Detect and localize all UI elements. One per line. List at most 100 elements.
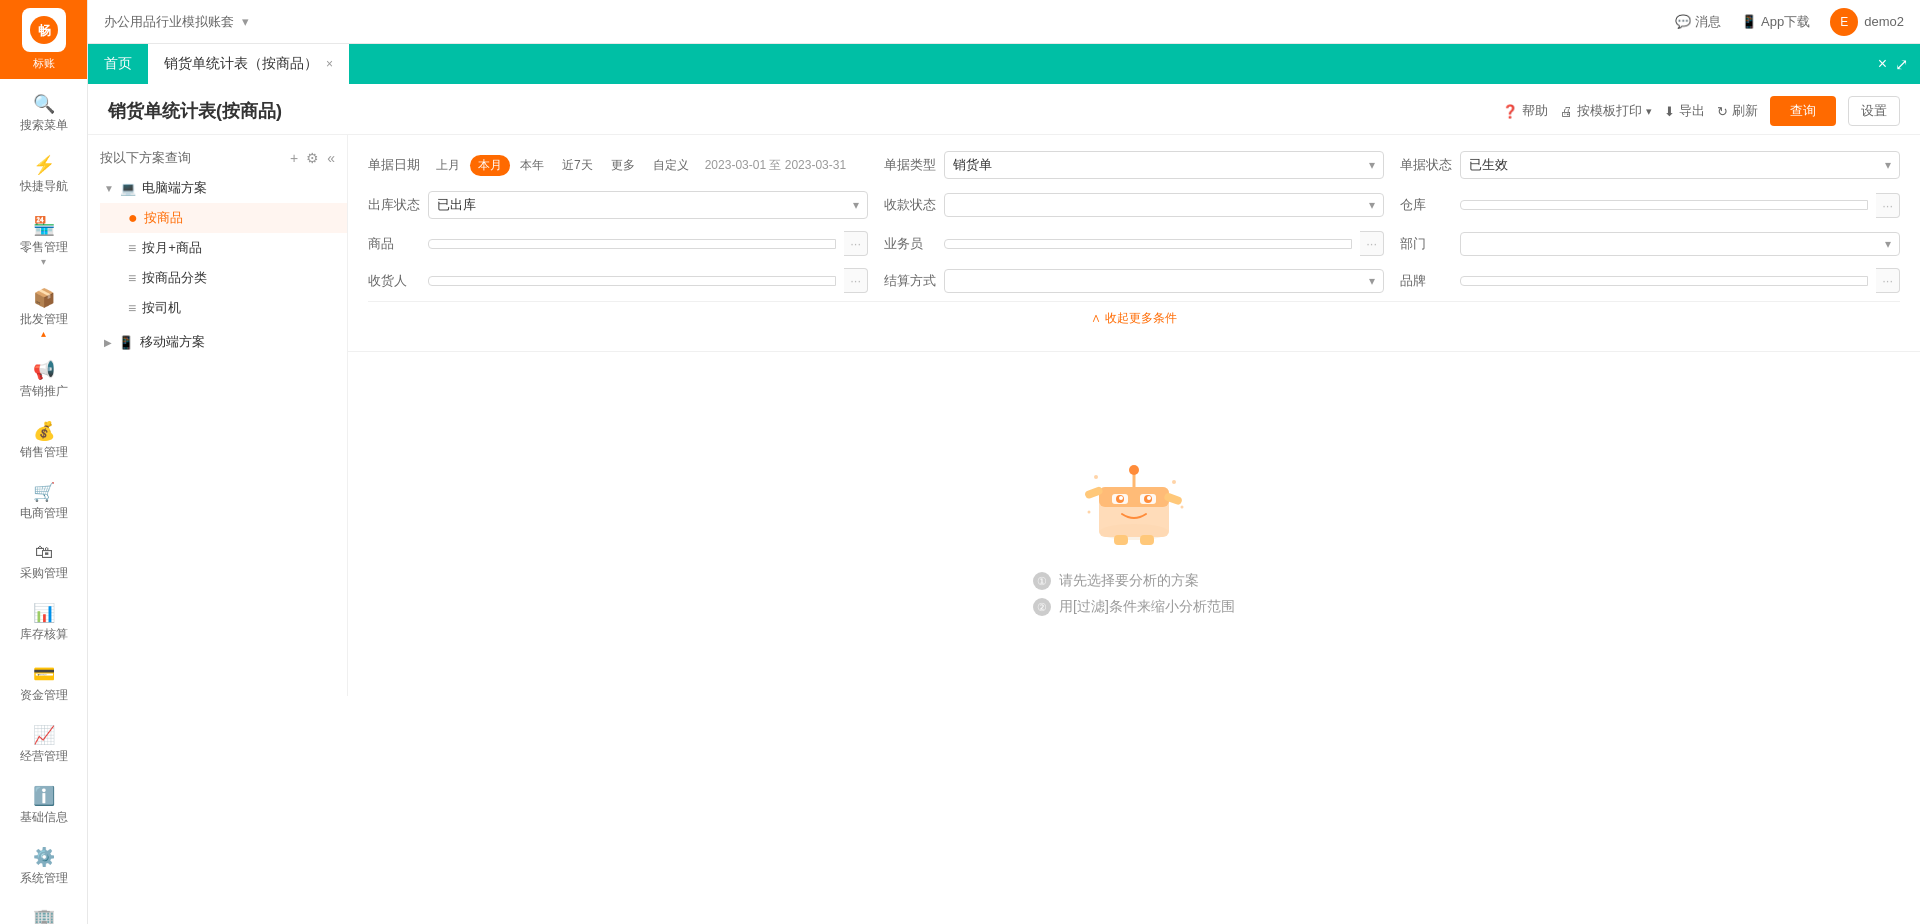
- doc-type-arrow: ▾: [1369, 158, 1375, 172]
- close-window-icon[interactable]: ×: [1878, 55, 1887, 73]
- sidebar-item-ecommerce[interactable]: 🛒 电商管理: [0, 471, 87, 532]
- goods-dots-btn[interactable]: ···: [844, 231, 868, 256]
- out-status-value: 已出库: [437, 196, 476, 214]
- sidebar-nav: 🔍 搜索菜单 ⚡ 快捷导航 🏪 零售管理 ▾ 📦 批发管理 ▴ 📢 营销推广 💰…: [0, 79, 87, 924]
- doc-type-label: 单据类型: [884, 156, 936, 174]
- header-right: 💬 消息 📱 App下载 E demo2: [1675, 8, 1904, 36]
- brand-label: 品牌: [1400, 272, 1452, 290]
- panel-header: 按以下方案查询 + ⚙ «: [88, 143, 347, 173]
- sidebar-item-quicknav-label: 快捷导航: [20, 178, 68, 195]
- message-label: 消息: [1695, 13, 1721, 31]
- app-download-button[interactable]: 📱 App下载: [1741, 13, 1810, 31]
- svg-point-10: [1147, 496, 1151, 500]
- add-scheme-icon[interactable]: +: [290, 150, 298, 166]
- mobile-arrow[interactable]: ▶: [104, 337, 112, 348]
- logo-area[interactable]: 畅 标账: [0, 0, 87, 79]
- svg-point-9: [1119, 496, 1123, 500]
- tab-active[interactable]: 销货单统计表（按商品） ×: [148, 44, 349, 84]
- date-curr-btn[interactable]: 本月: [470, 155, 510, 176]
- refresh-icon: ↻: [1717, 104, 1728, 119]
- goods-input[interactable]: [428, 239, 836, 249]
- collapse-bar[interactable]: ∧ 收起更多条件: [368, 301, 1900, 335]
- date-7days-btn[interactable]: 近7天: [554, 154, 601, 177]
- date-year-btn[interactable]: 本年: [512, 154, 552, 177]
- doc-type-filter: 单据类型 销货单 ▾: [884, 151, 1384, 179]
- date-custom-btn[interactable]: 自定义: [645, 154, 697, 177]
- refresh-button[interactable]: ↻ 刷新: [1717, 102, 1758, 120]
- scheme-item-goods-category[interactable]: ≡ 按商品分类: [100, 263, 347, 293]
- scheme-settings-icon[interactable]: ⚙: [306, 150, 319, 166]
- svg-point-20: [1181, 506, 1184, 509]
- recipient-dots-btn[interactable]: ···: [844, 268, 868, 293]
- receipt-status-arrow: ▾: [1369, 198, 1375, 212]
- settle-select[interactable]: ▾: [944, 269, 1384, 293]
- date-prev-btn[interactable]: 上月: [428, 154, 468, 177]
- brand-filter: 品牌 ···: [1400, 268, 1900, 293]
- desktop-arrow[interactable]: ▼: [104, 183, 114, 194]
- sidebar-item-enterprise[interactable]: 🏢 企业协同: [0, 897, 87, 924]
- warehouse-dots-btn[interactable]: ···: [1876, 193, 1900, 218]
- out-status-filter: 出库状态 已出库 ▾: [368, 191, 868, 219]
- sidebar-item-ecommerce-label: 电商管理: [20, 505, 68, 522]
- empty-tips: ① 请先选择要分析的方案 ② 用[过滤]条件来缩小分析范围: [1033, 572, 1235, 616]
- tab-bar: 首页 销货单统计表（按商品） × × ⤢: [88, 44, 1920, 84]
- sidebar-item-basic-label: 基础信息: [20, 809, 68, 826]
- sidebar-item-quicknav[interactable]: ⚡ 快捷导航: [0, 144, 87, 205]
- sidebar-item-retail[interactable]: 🏪 零售管理 ▾: [0, 205, 87, 277]
- svg-rect-14: [1140, 535, 1154, 545]
- out-status-select[interactable]: 已出库 ▾: [428, 191, 868, 219]
- help-button[interactable]: ❓ 帮助: [1502, 102, 1548, 120]
- doc-type-select[interactable]: 销货单 ▾: [944, 151, 1384, 179]
- user-area[interactable]: E demo2: [1830, 8, 1904, 36]
- dept-filter: 部门 ▾: [1400, 231, 1900, 256]
- maximize-icon[interactable]: ⤢: [1895, 55, 1908, 74]
- scheme-item-month-goods[interactable]: ≡ 按月+商品: [100, 233, 347, 263]
- sidebar-item-finance[interactable]: 💳 资金管理: [0, 653, 87, 714]
- sidebar-item-basic[interactable]: ℹ️ 基础信息: [0, 775, 87, 836]
- collapse-panel-icon[interactable]: «: [327, 150, 335, 166]
- logo-text: 标账: [33, 56, 55, 71]
- logo-icon: 畅: [22, 8, 66, 52]
- date-more-btn[interactable]: 更多: [603, 154, 643, 177]
- receipt-status-filter: 收款状态 ▾: [884, 191, 1384, 219]
- salesman-input[interactable]: [944, 239, 1352, 249]
- export-button[interactable]: ⬇ 导出: [1664, 102, 1705, 120]
- scheme-item-goods[interactable]: ● 按商品: [100, 203, 347, 233]
- scheme-item-driver[interactable]: ≡ 按司机: [100, 293, 347, 323]
- tip-text-2: 用[过滤]条件来缩小分析范围: [1059, 598, 1235, 616]
- svg-point-18: [1172, 480, 1176, 484]
- system-icon: ⚙️: [33, 846, 55, 868]
- sidebar-item-operations[interactable]: 📈 经营管理: [0, 714, 87, 775]
- sidebar-item-system[interactable]: ⚙️ 系统管理: [0, 836, 87, 897]
- tab-close-icon[interactable]: ×: [326, 57, 333, 71]
- sidebar-item-inventory[interactable]: 📊 库存核算: [0, 592, 87, 653]
- sidebar-item-search[interactable]: 🔍 搜索菜单: [0, 83, 87, 144]
- doc-status-select[interactable]: 已生效 ▾: [1460, 151, 1900, 179]
- page-title: 销货单统计表(按商品): [108, 99, 282, 123]
- refresh-label: 刷新: [1732, 102, 1758, 120]
- tab-home[interactable]: 首页: [88, 44, 148, 84]
- basic-icon: ℹ️: [33, 785, 55, 807]
- settle-arrow: ▾: [1369, 274, 1375, 288]
- setting-button[interactable]: 设置: [1848, 96, 1900, 126]
- filter-row-3: 商品 ··· 业务员 ···: [368, 231, 1900, 256]
- print-icon: 🖨: [1560, 104, 1573, 119]
- sidebar-item-sales[interactable]: 💰 销售管理: [0, 410, 87, 471]
- brand-input[interactable]: [1460, 276, 1868, 286]
- template-print-button[interactable]: 🖨 按模板打印 ▾: [1560, 102, 1652, 120]
- receipt-status-select[interactable]: ▾: [944, 193, 1384, 217]
- dept-select[interactable]: ▾: [1460, 232, 1900, 256]
- brand-dots-btn[interactable]: ···: [1876, 268, 1900, 293]
- filter-area: 单据日期 上月 本月 本年 近7天 更多 自定义 2023-03-01 至 20…: [348, 135, 1920, 352]
- sidebar-item-wholesale[interactable]: 📦 批发管理 ▴: [0, 277, 87, 349]
- retail-expand-icon: ▾: [41, 256, 46, 267]
- salesman-dots-btn[interactable]: ···: [1360, 231, 1384, 256]
- sidebar-item-purchase[interactable]: 🛍 采购管理: [0, 532, 87, 592]
- sidebar-item-marketing[interactable]: 📢 营销推广: [0, 349, 87, 410]
- query-button[interactable]: 查询: [1770, 96, 1836, 126]
- warehouse-input[interactable]: [1460, 200, 1868, 210]
- message-button[interactable]: 💬 消息: [1675, 13, 1721, 31]
- svg-text:畅: 畅: [37, 23, 50, 38]
- industry-dropdown-arrow[interactable]: ▾: [242, 14, 249, 29]
- recipient-input[interactable]: [428, 276, 836, 286]
